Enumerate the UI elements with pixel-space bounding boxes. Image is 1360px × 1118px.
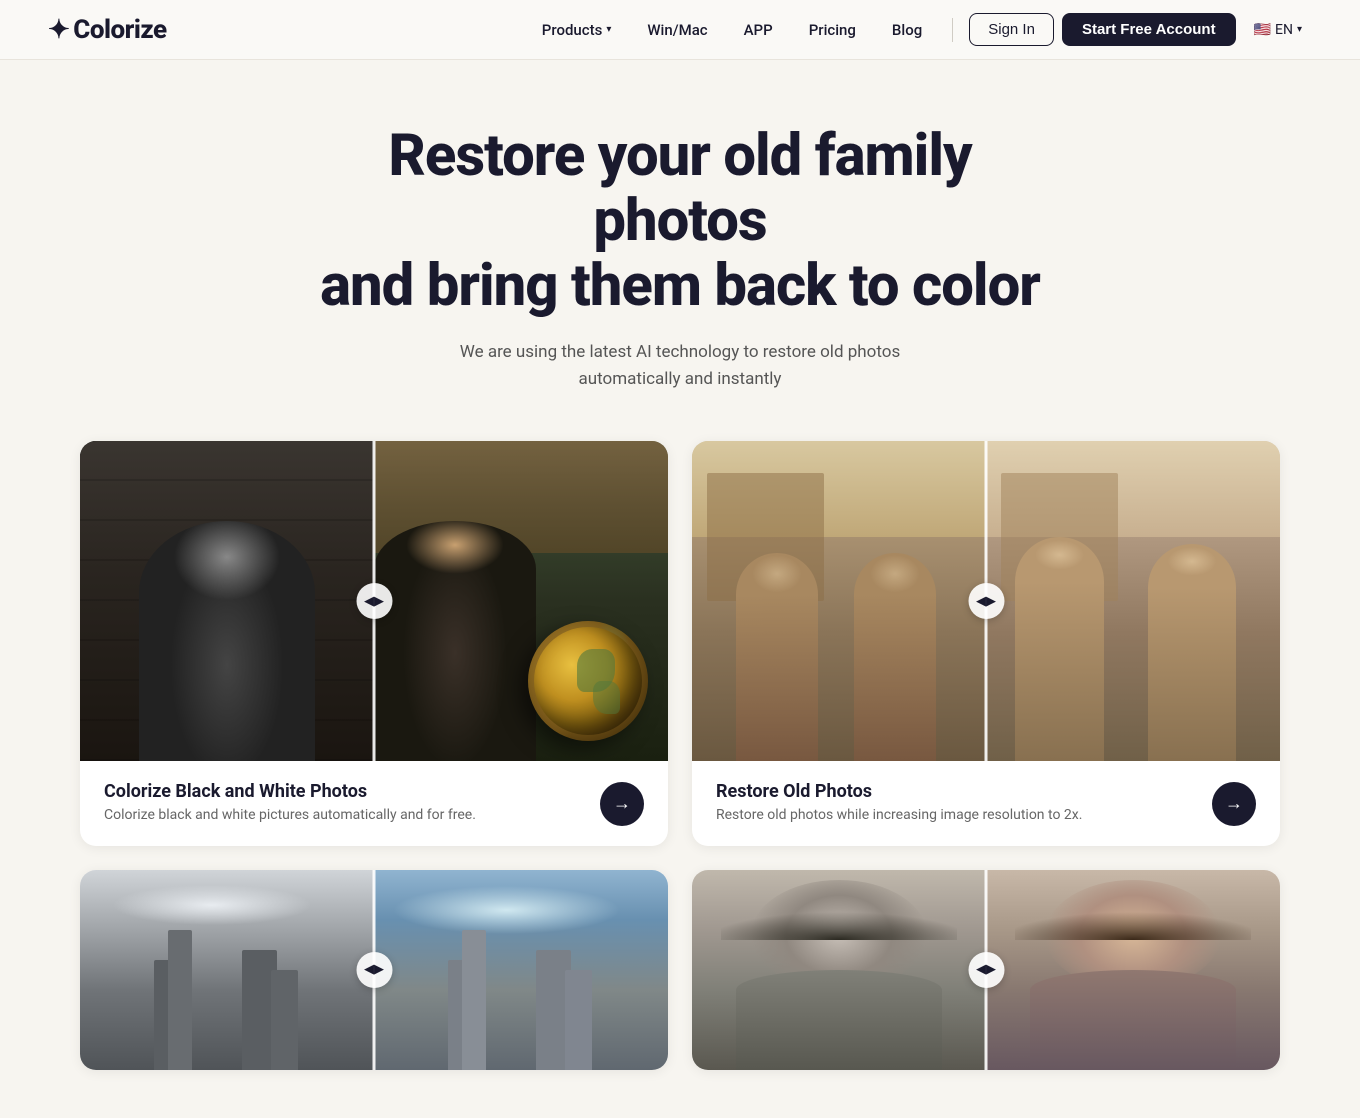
nav-products[interactable]: Products ▾ — [528, 15, 626, 45]
nav-divider — [952, 18, 953, 42]
nav-pricing[interactable]: Pricing — [795, 15, 870, 45]
after-image-restore — [986, 441, 1280, 761]
card-colorize-text: Colorize Black and White Photos Colorize… — [104, 781, 476, 826]
divider-handle-button-portrait[interactable]: ◀▶ — [968, 952, 1004, 988]
card-colorize-info: Colorize Black and White Photos Colorize… — [80, 761, 668, 846]
card-colorize-title: Colorize Black and White Photos — [104, 781, 476, 802]
card-colorize-description: Colorize black and white pictures automa… — [104, 806, 476, 826]
divider-handle-button-restore[interactable]: ◀▶ — [968, 583, 1004, 619]
after-image-portrait — [986, 870, 1280, 1070]
card-portrait: ◀▶ — [692, 870, 1280, 1070]
logo-star: ✦ — [48, 15, 69, 45]
after-image-colorize — [374, 441, 668, 761]
before-image-portrait — [692, 870, 986, 1070]
card-enhance: ◀▶ — [80, 870, 668, 1070]
card-restore-text: Restore Old Photos Restore old photos wh… — [716, 781, 1082, 826]
card-enhance-image[interactable]: ◀▶ — [80, 870, 668, 1070]
hero-section: Restore your old family photos and bring… — [0, 60, 1360, 441]
hero-headline: Restore your old family photos and bring… — [300, 124, 1060, 319]
card-colorize: ◀▶ — [80, 441, 668, 846]
before-after-divider-restore: ◀▶ — [985, 441, 988, 761]
hero-subtext: We are using the latest AI technology to… — [430, 339, 930, 393]
main-nav: Products ▾ Win/Mac APP Pricing Blog Sign… — [528, 13, 1312, 46]
product-cards-grid: ◀▶ — [0, 441, 1360, 1118]
before-image-colorize — [80, 441, 374, 761]
arrow-right-icon-restore: → — [1225, 793, 1243, 814]
handle-arrows-icon-portrait: ◀▶ — [976, 962, 996, 977]
nav-app[interactable]: APP — [730, 15, 787, 45]
signin-button[interactable]: Sign In — [969, 13, 1054, 46]
nav-blog[interactable]: Blog — [878, 15, 936, 45]
before-image-restore — [692, 441, 986, 761]
language-selector[interactable]: 🇺🇸 EN ▾ — [1244, 16, 1312, 44]
card-restore: ◀▶ Restore Old Photos Restore old photos… — [692, 441, 1280, 846]
chevron-down-icon: ▾ — [606, 24, 611, 35]
card-restore-description: Restore old photos while increasing imag… — [716, 806, 1082, 826]
before-after-divider-enhance: ◀▶ — [373, 870, 376, 1070]
divider-handle-button[interactable]: ◀▶ — [356, 583, 392, 619]
card-colorize-image[interactable]: ◀▶ — [80, 441, 668, 761]
logo-text: Colorize — [73, 15, 166, 45]
nav-winmac[interactable]: Win/Mac — [633, 15, 721, 45]
card-colorize-arrow-button[interactable]: → — [600, 782, 644, 826]
globe-decoration — [528, 621, 648, 741]
handle-arrows-icon: ◀▶ — [364, 594, 384, 609]
before-after-divider: ◀▶ — [373, 441, 376, 761]
before-image-enhance — [80, 870, 374, 1070]
handle-arrows-icon-enhance: ◀▶ — [364, 962, 384, 977]
handle-arrows-icon-restore: ◀▶ — [976, 594, 996, 609]
start-free-account-button[interactable]: Start Free Account — [1062, 13, 1236, 46]
card-restore-image[interactable]: ◀▶ — [692, 441, 1280, 761]
card-restore-arrow-button[interactable]: → — [1212, 782, 1256, 826]
before-after-divider-portrait: ◀▶ — [985, 870, 988, 1070]
flag-icon: 🇺🇸 — [1254, 22, 1271, 38]
lang-chevron-icon: ▾ — [1297, 24, 1302, 35]
divider-handle-button-enhance[interactable]: ◀▶ — [356, 952, 392, 988]
site-logo[interactable]: ✦ Colorize — [48, 15, 167, 45]
card-portrait-image[interactable]: ◀▶ — [692, 870, 1280, 1070]
after-image-enhance — [374, 870, 668, 1070]
card-restore-info: Restore Old Photos Restore old photos wh… — [692, 761, 1280, 846]
card-restore-title: Restore Old Photos — [716, 781, 1082, 802]
lang-label: EN — [1275, 22, 1293, 38]
arrow-right-icon: → — [613, 793, 631, 814]
